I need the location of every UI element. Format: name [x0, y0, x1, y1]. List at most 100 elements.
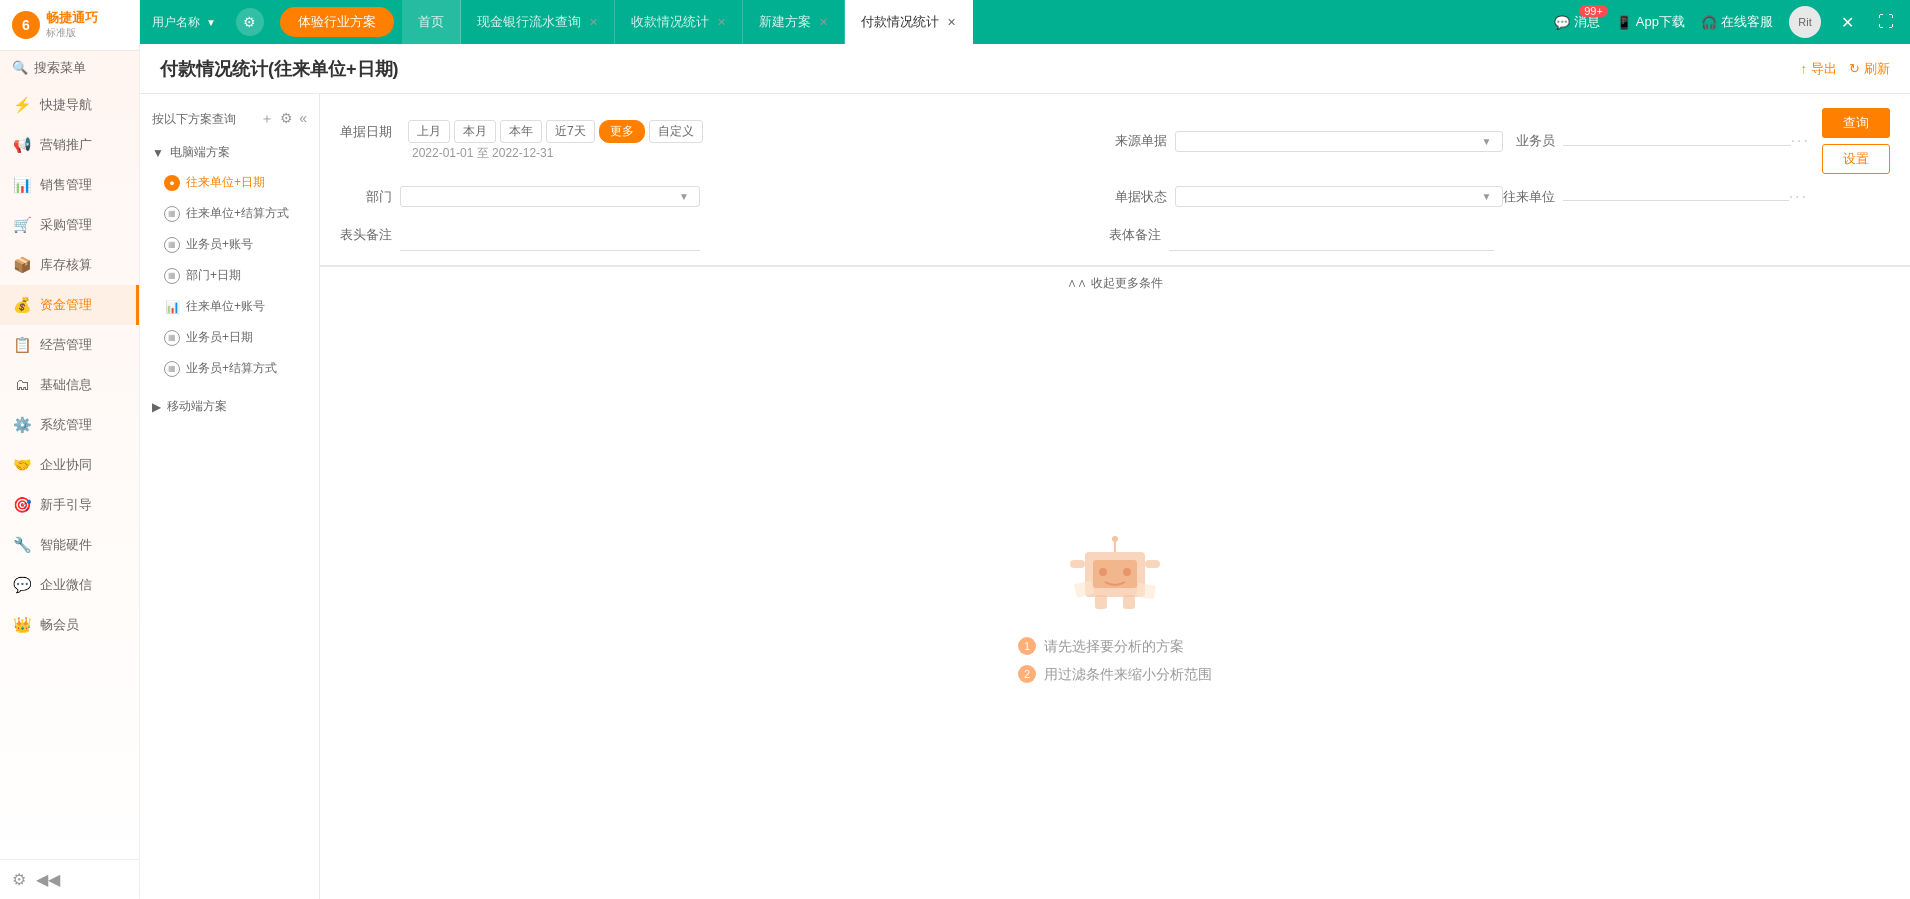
- operation-label: 经营管理: [40, 336, 92, 354]
- filter-section: 单据日期 上月 本月 本年 近7天 更多 自定义 2022-01-0: [320, 94, 1910, 266]
- source-select[interactable]: ▼: [1175, 131, 1503, 152]
- system-label: 系统管理: [40, 416, 92, 434]
- tab-new-scheme-close[interactable]: ✕: [819, 16, 828, 29]
- sidebar-item-operation[interactable]: 📋 经营管理: [0, 325, 139, 365]
- expand-window-btn[interactable]: ⛶: [1874, 9, 1898, 35]
- desktop-group-label: 电脑端方案: [170, 144, 230, 161]
- sidebar-item-basic-info[interactable]: 🗂 基础信息: [0, 365, 139, 405]
- sidebar-item-marketing[interactable]: 📢 营销推广: [0, 125, 139, 165]
- sidebar-item-member[interactable]: 👑 畅会员: [0, 605, 139, 645]
- system-icon: ⚙️: [12, 415, 32, 435]
- hardware-icon: 🔧: [12, 535, 32, 555]
- scheme-item-staff-date[interactable]: ▦ 业务员+日期: [140, 322, 319, 353]
- staff-settle-icon: ▦: [164, 361, 180, 377]
- online-service-btn[interactable]: 🎧 在线客服: [1701, 13, 1773, 31]
- sidebar-item-inventory[interactable]: 📦 库存核算: [0, 245, 139, 285]
- scheme-item-partner-settle[interactable]: ▦ 往来单位+结算方式: [140, 198, 319, 229]
- collapse-panel-btn[interactable]: «: [299, 110, 307, 128]
- desktop-group-title[interactable]: ▼ 电脑端方案: [140, 138, 319, 167]
- logo-name: 畅捷通巧: [46, 10, 98, 26]
- member-icon: 👑: [12, 615, 32, 635]
- svg-rect-7: [1145, 560, 1160, 568]
- staff-label: 业务员: [1503, 132, 1563, 150]
- source-filter-col: 来源单据 ▼: [1115, 131, 1503, 152]
- tip-num-1: 1: [1018, 637, 1036, 655]
- refresh-btn[interactable]: ↻ 刷新: [1849, 60, 1890, 78]
- sidebar-item-sales[interactable]: 📊 销售管理: [0, 165, 139, 205]
- guide-icon: 🎯: [12, 495, 32, 515]
- search-icon: 🔍: [12, 60, 28, 75]
- staff-settle-label: 业务员+结算方式: [186, 360, 277, 377]
- sidebar-item-finance[interactable]: 💰 资金管理: [0, 285, 139, 325]
- scheme-item-partner-date[interactable]: ● 往来单位+日期: [140, 167, 319, 198]
- tab-home[interactable]: 首页: [402, 0, 461, 44]
- sidebar-item-hardware[interactable]: 🔧 智能硬件: [0, 525, 139, 565]
- bottom-collapse-icon[interactable]: ◀◀: [36, 870, 60, 889]
- sidebar-bottom: ⚙ ◀◀: [0, 859, 139, 899]
- scheme-item-partner-account[interactable]: 📊 往来单位+账号: [140, 291, 319, 322]
- collapse-bar[interactable]: ∧∧ 收起更多条件: [320, 266, 1910, 300]
- close-window-btn[interactable]: ✕: [1837, 9, 1858, 36]
- user-avatar[interactable]: Rit: [1789, 6, 1821, 38]
- search-menu[interactable]: 🔍 搜索菜单: [0, 51, 139, 85]
- tab-bank-flow[interactable]: 现金银行流水查询 ✕: [461, 0, 615, 44]
- tip-item-2: 2 用过滤条件来缩小分析范围: [1018, 660, 1212, 688]
- partner-filter-col: 往来单位 ···: [1503, 188, 1891, 206]
- scheme-item-staff-settle[interactable]: ▦ 业务员+结算方式: [140, 353, 319, 384]
- collapse-icon: ∧∧: [1067, 276, 1087, 290]
- scheme-item-dept-date[interactable]: ▦ 部门+日期: [140, 260, 319, 291]
- trial-button[interactable]: 体验行业方案: [280, 7, 394, 37]
- dept-select-arrow: ▼: [679, 191, 689, 202]
- sidebar-item-guide[interactable]: 🎯 新手引导: [0, 485, 139, 525]
- user-nav-dropdown[interactable]: 用户名称 ▼: [140, 0, 228, 44]
- body-note-input[interactable]: [1169, 223, 1494, 246]
- tab-payment-stats[interactable]: 付款情况统计 ✕: [845, 0, 973, 44]
- sidebar-item-enterprise[interactable]: 🤝 企业协同: [0, 445, 139, 485]
- svg-rect-8: [1095, 595, 1107, 609]
- partner-dots-btn[interactable]: ···: [1789, 188, 1808, 206]
- custom-date-btn[interactable]: 自定义: [649, 120, 703, 143]
- tab-receipt-stats-close[interactable]: ✕: [717, 16, 726, 29]
- staff-dots-btn[interactable]: ···: [1791, 132, 1810, 150]
- last-7days-btn[interactable]: 近7天: [546, 120, 595, 143]
- staff-account-label: 业务员+账号: [186, 236, 253, 253]
- last-month-btn[interactable]: 上月: [408, 120, 450, 143]
- tab-new-scheme[interactable]: 新建方案 ✕: [743, 0, 845, 44]
- export-btn[interactable]: ↑ 导出: [1801, 60, 1838, 78]
- query-button[interactable]: 查询: [1822, 108, 1890, 138]
- source-label: 来源单据: [1115, 132, 1175, 150]
- basic-info-icon: 🗂: [12, 375, 32, 395]
- staff-account-icon: ▦: [164, 237, 180, 253]
- collapse-label: 收起更多条件: [1091, 276, 1163, 290]
- quick-nav-label: 快捷导航: [40, 96, 92, 114]
- filter-row-2: 部门 ▼ 单据状态 ▼ 往来单位: [340, 186, 1890, 207]
- sidebar-item-wechat[interactable]: 💬 企业微信: [0, 565, 139, 605]
- scheme-item-staff-account[interactable]: ▦ 业务员+账号: [140, 229, 319, 260]
- dept-select[interactable]: ▼: [400, 186, 700, 207]
- purchase-label: 采购管理: [40, 216, 92, 234]
- tip-text-2: 用过滤条件来缩小分析范围: [1044, 660, 1212, 688]
- marketing-label: 营销推广: [40, 136, 92, 154]
- more-date-btn[interactable]: 更多: [599, 120, 645, 143]
- app-download-btn[interactable]: 📱 App下载: [1616, 13, 1685, 31]
- this-year-btn[interactable]: 本年: [500, 120, 542, 143]
- basic-info-label: 基础信息: [40, 376, 92, 394]
- tab-bank-flow-close[interactable]: ✕: [589, 16, 598, 29]
- message-btn[interactable]: 💬 消息 99+: [1554, 13, 1600, 31]
- export-label: 导出: [1811, 60, 1837, 78]
- doc-status-select[interactable]: ▼: [1175, 186, 1503, 207]
- page-title: 付款情况统计(往来单位+日期): [160, 57, 399, 81]
- sidebar-item-quick-nav[interactable]: ⚡ 快捷导航: [0, 85, 139, 125]
- this-month-btn[interactable]: 本月: [454, 120, 496, 143]
- setting-button[interactable]: 设置: [1822, 144, 1890, 174]
- sidebar-item-system[interactable]: ⚙️ 系统管理: [0, 405, 139, 445]
- bottom-settings-icon[interactable]: ⚙: [12, 870, 26, 889]
- sidebar-item-purchase[interactable]: 🛒 采购管理: [0, 205, 139, 245]
- mobile-group-title[interactable]: ▶ 移动端方案: [140, 392, 319, 421]
- header-note-input[interactable]: [400, 223, 700, 246]
- manage-scheme-btn[interactable]: ⚙: [280, 110, 293, 128]
- settings-button[interactable]: ⚙: [236, 8, 264, 36]
- tab-receipt-stats[interactable]: 收款情况统计 ✕: [615, 0, 743, 44]
- tab-payment-stats-close[interactable]: ✕: [947, 16, 956, 29]
- add-scheme-btn[interactable]: ＋: [260, 110, 274, 128]
